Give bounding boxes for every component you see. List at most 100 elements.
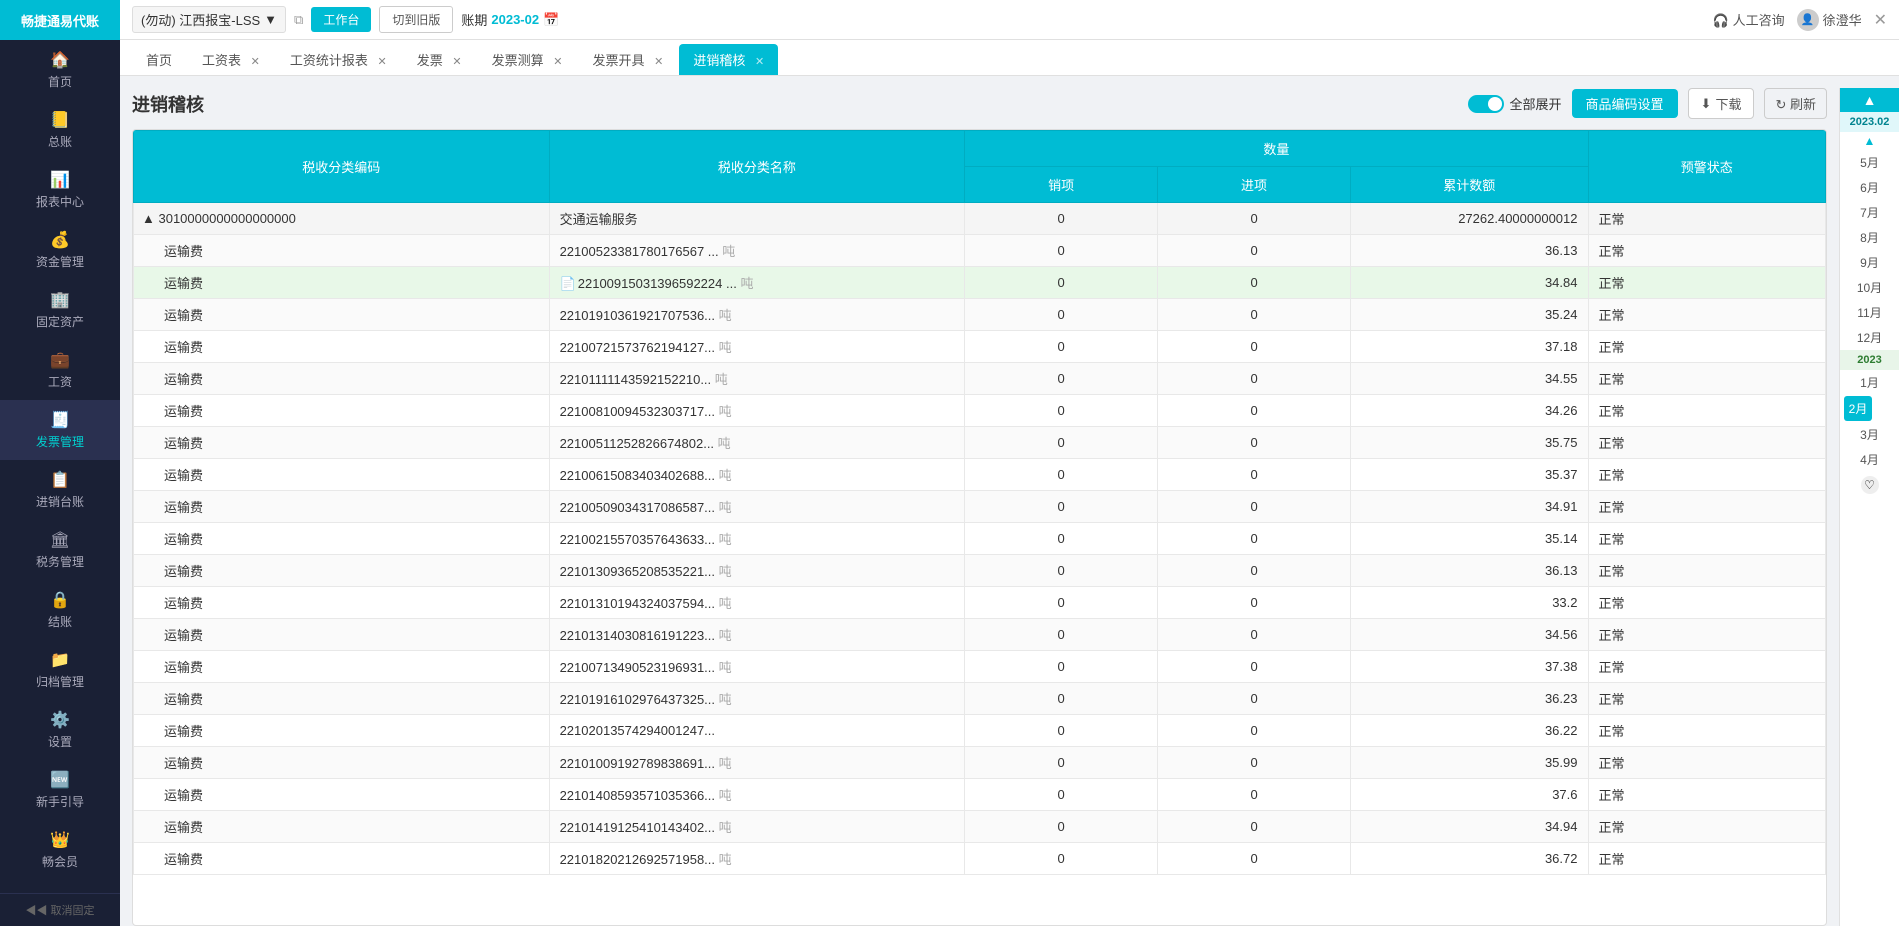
sidebar-item-ledger[interactable]: 📒 总账 bbox=[0, 100, 120, 160]
table-row[interactable]: 运输费 22101916102976437325... 吨 0 0 36.23 … bbox=[134, 683, 1826, 715]
panel-up-arrow[interactable]: ▲ bbox=[1840, 132, 1899, 150]
row-indent: 运输费 bbox=[134, 395, 550, 427]
settings-button[interactable]: 商品编码设置 bbox=[1572, 89, 1678, 118]
panel-month-feb[interactable]: 2月 bbox=[1844, 396, 1872, 421]
data-table: 税收分类编码 税收分类名称 数量 预警状态 销项 进项 累计数额 ▲ 3 bbox=[132, 129, 1827, 926]
sidebar-item-funds[interactable]: 💰 资金管理 bbox=[0, 220, 120, 280]
table-row[interactable]: 运输费 22100615083403402688... 吨 0 0 35.37 … bbox=[134, 459, 1826, 491]
row-total: 36.22 bbox=[1351, 715, 1588, 747]
row-total: 33.2 bbox=[1351, 587, 1588, 619]
table-row[interactable]: 运输费 22101910361921707536... 吨 0 0 35.24 … bbox=[134, 299, 1826, 331]
tab-invoice-close[interactable]: ✕ bbox=[452, 56, 461, 68]
table-row[interactable]: 运输费 22100810094532303717... 吨 0 0 34.26 … bbox=[134, 395, 1826, 427]
panel-month-oct[interactable]: 10月 bbox=[1840, 275, 1899, 300]
row-indent: 运输费 bbox=[134, 587, 550, 619]
row-invoice: 22100523381780176567 ... 吨 bbox=[549, 235, 965, 267]
row-status: 正常 bbox=[1588, 811, 1826, 843]
row-status: 正常 bbox=[1588, 331, 1826, 363]
sidebar-item-salary[interactable]: 💼 工资 bbox=[0, 340, 120, 400]
sidebar-item-close[interactable]: 🔒 结账 bbox=[0, 580, 120, 640]
col-header-input: 进项 bbox=[1158, 167, 1351, 203]
table-row[interactable]: 运输费 22100511252826674802... 吨 0 0 35.75 … bbox=[134, 427, 1826, 459]
panel-month-mar[interactable]: 3月 bbox=[1840, 422, 1899, 447]
table-row[interactable]: 运输费 22100713490523196931... 吨 0 0 37.38 … bbox=[134, 651, 1826, 683]
table-row[interactable]: 运输费 22101310194324037594... 吨 0 0 33.2 正… bbox=[134, 587, 1826, 619]
sidebar-item-settings[interactable]: ⚙️ 设置 bbox=[0, 700, 120, 760]
guide-icon: 🆕 bbox=[50, 770, 70, 790]
panel-nav-up[interactable]: ▲ bbox=[1840, 88, 1899, 112]
tab-home[interactable]: 首页 bbox=[132, 44, 186, 75]
refresh-button[interactable]: ↻ 刷新 bbox=[1764, 88, 1827, 119]
user-menu[interactable]: 👤 徐澄华 bbox=[1797, 9, 1862, 31]
table-row[interactable]: 运输费 22100215570357643633... 吨 0 0 35.14 … bbox=[134, 523, 1826, 555]
tab-salary-stats[interactable]: 工资统计报表 ✕ bbox=[276, 44, 401, 75]
panel-month-apr[interactable]: 4月 bbox=[1840, 447, 1899, 472]
row-status: 正常 bbox=[1588, 459, 1826, 491]
tab-invoice-calc[interactable]: 发票测算 ✕ bbox=[478, 44, 577, 75]
sidebar-item-assets[interactable]: 🏢 固定资产 bbox=[0, 280, 120, 340]
sidebar-item-member[interactable]: 👑 畅会员 bbox=[0, 820, 120, 880]
table-row[interactable]: 运输费 22101820212692571958... 吨 0 0 36.72 … bbox=[134, 843, 1826, 875]
row-status: 正常 bbox=[1588, 267, 1826, 299]
table-row[interactable]: 运输费 22101408593571035366... 吨 0 0 37.6 正… bbox=[134, 779, 1826, 811]
panel-month-dec[interactable]: 12月 bbox=[1840, 325, 1899, 350]
calendar-icon[interactable]: 📅 bbox=[543, 12, 559, 28]
table-row[interactable]: 运输费 📄22100915031396592224 ... 吨 0 0 34.8… bbox=[134, 267, 1826, 299]
row-total: 36.13 bbox=[1351, 235, 1588, 267]
unpin-button[interactable]: ◀◀ 取消固定 bbox=[0, 893, 120, 926]
table-row[interactable]: 运输费 22102013574294001247... 0 0 36.22 正常 bbox=[134, 715, 1826, 747]
row-input: 0 bbox=[1158, 715, 1351, 747]
expand-toggle[interactable] bbox=[1468, 95, 1504, 113]
tab-salary-table[interactable]: 工资表 ✕ bbox=[188, 44, 274, 75]
company-selector[interactable]: (勿动) 江西报宝-LSS ▼ bbox=[132, 6, 286, 33]
sidebar-item-reports[interactable]: 📊 报表中心 bbox=[0, 160, 120, 220]
workspace-button[interactable]: 工作台 bbox=[311, 7, 371, 32]
row-input: 0 bbox=[1158, 587, 1351, 619]
tab-invoice-open[interactable]: 发票开具 ✕ bbox=[578, 44, 677, 75]
download-button[interactable]: ⬇ 下载 bbox=[1688, 88, 1755, 119]
table-row[interactable]: 运输费 22101009192789838691... 吨 0 0 35.99 … bbox=[134, 747, 1826, 779]
table-row[interactable]: 运输费 22101309365208535221... 吨 0 0 36.13 … bbox=[134, 555, 1826, 587]
copy-icon[interactable]: ⧉ bbox=[294, 12, 303, 28]
sidebar-item-invoice[interactable]: 🧾 发票管理 bbox=[0, 400, 120, 460]
row-indent: 运输费 bbox=[134, 491, 550, 523]
tab-invoice-calc-close[interactable]: ✕ bbox=[553, 56, 562, 68]
panel-month-jul[interactable]: 7月 bbox=[1840, 200, 1899, 225]
sidebar-item-guide[interactable]: 🆕 新手引导 bbox=[0, 760, 120, 820]
table-row[interactable]: ▲ 3010000000000000000 交通运输服务 0 0 27262.4… bbox=[134, 203, 1826, 235]
panel-month-may[interactable]: 5月 bbox=[1840, 150, 1899, 175]
sidebar-item-home[interactable]: 🏠 首页 bbox=[0, 40, 120, 100]
table-row[interactable]: 运输费 22101111143592152210... 吨 0 0 34.55 … bbox=[134, 363, 1826, 395]
panel-month-nov[interactable]: 11月 bbox=[1840, 300, 1899, 325]
table-row[interactable]: 运输费 22100509034317086587... 吨 0 0 34.91 … bbox=[134, 491, 1826, 523]
row-input: 0 bbox=[1158, 427, 1351, 459]
row-sale: 0 bbox=[965, 523, 1158, 555]
tab-salary-table-close[interactable]: ✕ bbox=[251, 56, 260, 68]
row-input: 0 bbox=[1158, 779, 1351, 811]
topbar-close-button[interactable]: ✕ bbox=[1874, 10, 1887, 30]
panel-month-aug[interactable]: 8月 bbox=[1840, 225, 1899, 250]
row-status: 正常 bbox=[1588, 747, 1826, 779]
sidebar-item-trade[interactable]: 📋 进销台账 bbox=[0, 460, 120, 520]
panel-month-jan[interactable]: 1月 bbox=[1840, 370, 1899, 395]
support-link[interactable]: 🎧 人工咨询 bbox=[1713, 10, 1785, 29]
row-indent: 运输费 bbox=[134, 651, 550, 683]
tab-invoice-open-close[interactable]: ✕ bbox=[654, 56, 663, 68]
row-input: 0 bbox=[1158, 747, 1351, 779]
panel-month-jun[interactable]: 6月 bbox=[1840, 175, 1899, 200]
tab-verify-close[interactable]: ✕ bbox=[755, 56, 764, 68]
sidebar-item-archive[interactable]: 📁 归档管理 bbox=[0, 640, 120, 700]
panel-month-sep[interactable]: 9月 bbox=[1840, 250, 1899, 275]
tab-invoice[interactable]: 发票 ✕ bbox=[403, 44, 476, 75]
row-indent: 运输费 bbox=[134, 619, 550, 651]
table-row[interactable]: 运输费 22101314030816191223... 吨 0 0 34.56 … bbox=[134, 619, 1826, 651]
row-status: 正常 bbox=[1588, 619, 1826, 651]
table-row[interactable]: 运输费 22100523381780176567 ... 吨 0 0 36.13… bbox=[134, 235, 1826, 267]
sidebar-item-tax[interactable]: 🏛 税务管理 bbox=[0, 520, 120, 580]
switch-version-button[interactable]: 切到旧版 bbox=[379, 6, 453, 33]
table-row[interactable]: 运输费 22100721573762194127... 吨 0 0 37.18 … bbox=[134, 331, 1826, 363]
tab-verify[interactable]: 进销稽核 ✕ bbox=[679, 44, 778, 75]
tab-salary-stats-close[interactable]: ✕ bbox=[378, 56, 387, 68]
row-sale: 0 bbox=[965, 267, 1158, 299]
table-row[interactable]: 运输费 22101419125410143402... 吨 0 0 34.94 … bbox=[134, 811, 1826, 843]
